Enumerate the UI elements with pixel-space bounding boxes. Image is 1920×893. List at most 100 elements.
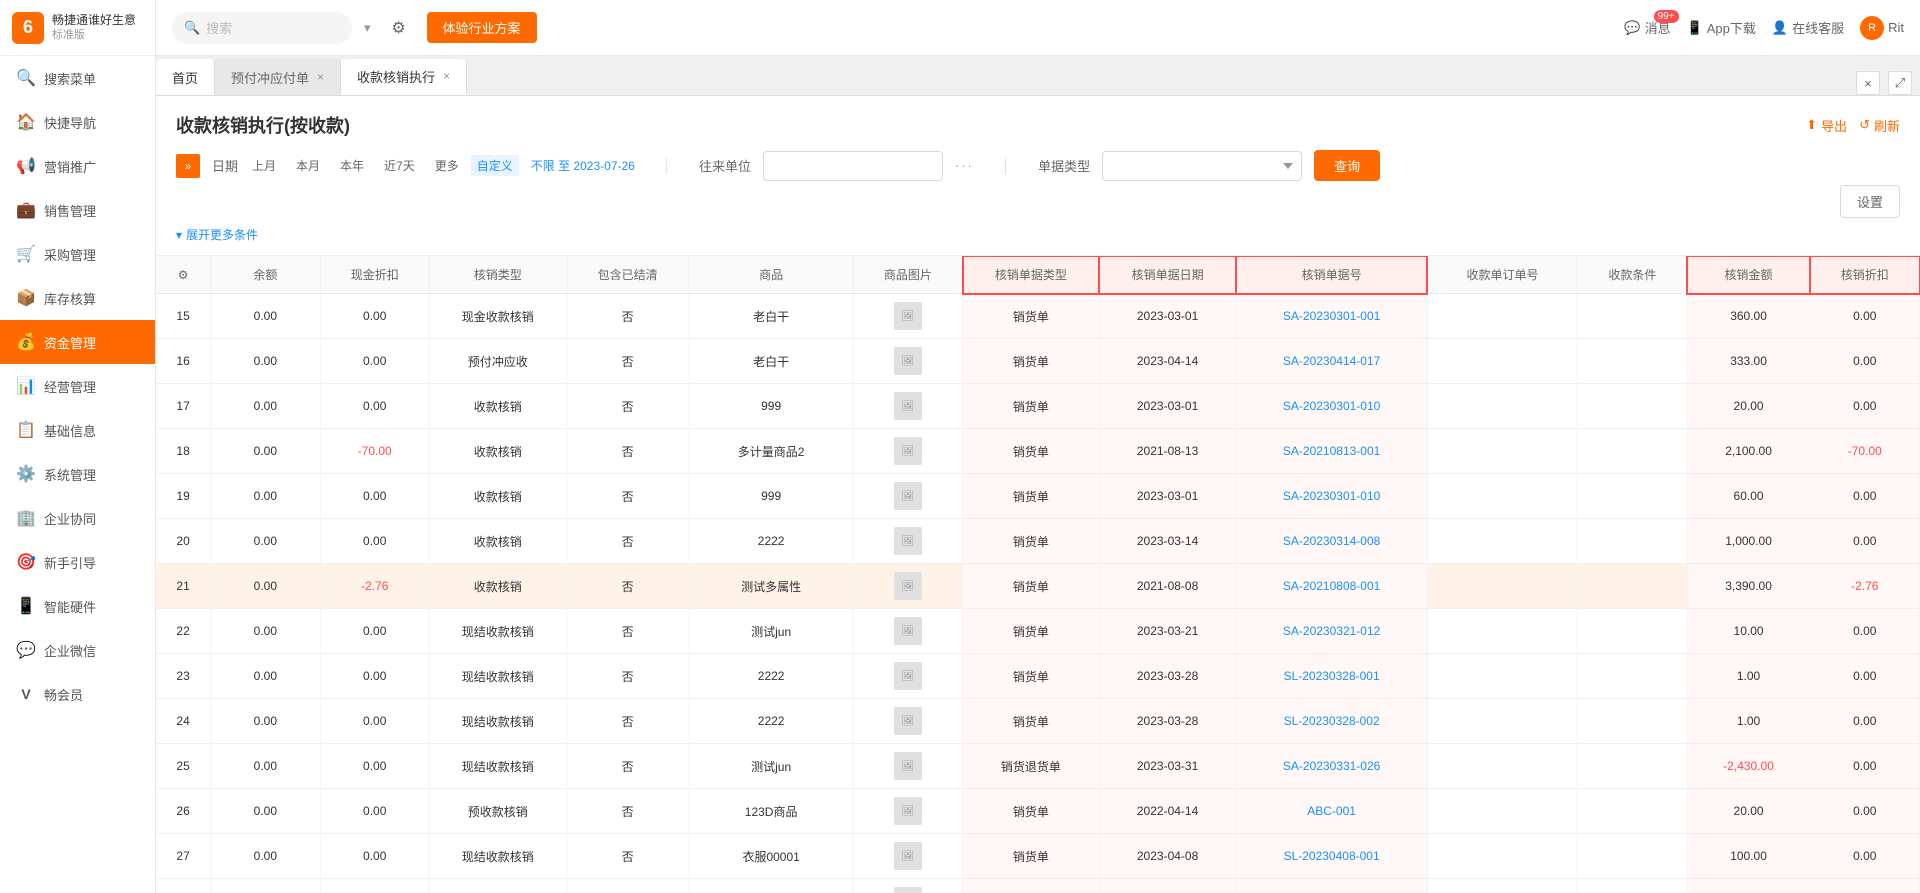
cell-goods: 999 xyxy=(689,474,853,519)
wechat-icon: 💬 xyxy=(16,640,36,660)
cell-writeoff-amount: 20.00 xyxy=(1687,384,1810,429)
tab-home[interactable]: 首页 xyxy=(156,59,215,95)
sidebar-item-purchase[interactable]: 🛒 采购管理 xyxy=(0,232,155,276)
cell-voucher-type: 销货单 xyxy=(963,654,1100,699)
topbar-search[interactable]: 🔍 搜索 xyxy=(172,12,352,44)
expand-more-btn[interactable]: ▾ 展开更多条件 xyxy=(176,226,1900,243)
sidebar-item-system[interactable]: ⚙️ 系统管理 xyxy=(0,452,155,496)
user-profile[interactable]: R Rit xyxy=(1860,16,1904,40)
topbar-dropdown-arrow[interactable]: ▾ xyxy=(364,20,371,36)
sidebar-item-hardware[interactable]: 📱 智能硬件 xyxy=(0,584,155,628)
sidebar-item-wechat[interactable]: 💬 企业微信 xyxy=(0,628,155,672)
voucher-no-link[interactable]: SL-20230408-001 xyxy=(1284,849,1380,863)
cell-receipt-order xyxy=(1427,834,1577,879)
sidebar-item-marketing[interactable]: 📢 营销推广 xyxy=(0,144,155,188)
tab-prepayment[interactable]: 预付冲应付单 × xyxy=(215,59,341,95)
export-btn[interactable]: ⬆ 导出 xyxy=(1806,116,1847,135)
cell-voucher-no: SA-20230331-026 xyxy=(1236,744,1427,789)
sidebar-item-inventory[interactable]: 📦 库存核算 xyxy=(0,276,155,320)
query-btn[interactable]: 查询 xyxy=(1314,150,1380,181)
tab-writeoff[interactable]: 收款核销执行 × xyxy=(341,59,467,95)
setting-btn[interactable]: 设置 xyxy=(1840,185,1900,218)
enterprise-icon: 🏢 xyxy=(16,508,36,528)
sidebar-item-quick-nav[interactable]: 🏠 快捷导航 xyxy=(0,100,155,144)
date-this-year[interactable]: 本年 xyxy=(332,155,372,176)
cell-writeoff-discount: 0.00 xyxy=(1810,789,1919,834)
cell-has-settled: 否 xyxy=(566,519,689,564)
cell-balance: 0.00 xyxy=(211,474,320,519)
date-this-month[interactable]: 本月 xyxy=(288,155,328,176)
table-row: 18 0.00 -70.00 收款核销 否 多计量商品2 🖼 销货单 2021-… xyxy=(156,429,1920,474)
cell-no: 20 xyxy=(156,519,211,564)
table-header: ⚙ 余额 现金折扣 核销类型 包含已结清 商品 商品图片 核销单据类型 核销单据… xyxy=(156,256,1920,294)
cell-no: 17 xyxy=(156,384,211,429)
topbar-gear-btn[interactable]: ⚙ xyxy=(383,12,415,44)
sidebar-item-member[interactable]: V 畅会员 xyxy=(0,672,155,716)
voucher-type-select[interactable] xyxy=(1102,151,1302,181)
cell-voucher-no: SA-20210808-001 xyxy=(1236,564,1427,609)
voucher-no-link[interactable]: SA-20230314-008 xyxy=(1283,534,1380,548)
date-prev-month[interactable]: 上月 xyxy=(244,155,284,176)
voucher-no-link[interactable]: SA-20230301-001 xyxy=(1283,309,1380,323)
voucher-no-link[interactable]: SA-20230301-010 xyxy=(1283,489,1380,503)
cell-goods: 999 xyxy=(689,384,853,429)
th-voucher-type: 核销单据类型 xyxy=(963,256,1100,294)
app-download-btn[interactable]: 📱 App下载 xyxy=(1687,18,1756,37)
page-title: 收款核销执行(按收款) xyxy=(176,112,350,138)
sidebar-item-enterprise[interactable]: 🏢 企业协同 xyxy=(0,496,155,540)
voucher-no-link[interactable]: SA-20210813-001 xyxy=(1283,444,1380,458)
online-service-btn[interactable]: 👤 在线客服 xyxy=(1772,18,1844,37)
cell-no: 24 xyxy=(156,699,211,744)
cell-goods-img: 🖼 xyxy=(853,654,962,699)
sidebar-item-search[interactable]: 🔍 搜索菜单 xyxy=(0,56,155,100)
cell-goods: 老白干 xyxy=(689,339,853,384)
tab-prepayment-close[interactable]: × xyxy=(317,70,324,84)
cell-no: 25 xyxy=(156,744,211,789)
cell-voucher-date: 2021-08-13 xyxy=(1099,429,1236,474)
voucher-no-link[interactable]: SL-20230328-002 xyxy=(1284,714,1380,728)
date-custom[interactable]: 自定义 xyxy=(471,155,519,176)
sidebar-item-sales[interactable]: 💼 销售管理 xyxy=(0,188,155,232)
search-icon: 🔍 xyxy=(16,68,36,88)
tab-close-btn[interactable]: × xyxy=(1856,71,1880,95)
chevron-down-icon: ▾ xyxy=(176,228,182,242)
sidebar-item-base-info[interactable]: 📋 基础信息 xyxy=(0,408,155,452)
cell-receipt-order xyxy=(1427,384,1577,429)
cell-writeoff-amount: 333.00 xyxy=(1687,339,1810,384)
sidebar-item-finance[interactable]: 💰 资金管理 xyxy=(0,320,155,364)
filter-expand-btn[interactable]: » xyxy=(176,154,200,178)
cell-voucher-no: SA-20230321-012 xyxy=(1236,609,1427,654)
sidebar-item-beginner[interactable]: 🎯 新手引导 xyxy=(0,540,155,584)
cell-goods-img: 🖼 xyxy=(853,789,962,834)
cell-no: 19 xyxy=(156,474,211,519)
message-btn[interactable]: 💬 消息 99+ xyxy=(1624,18,1670,37)
tab-maximize-btn[interactable]: ⤢ xyxy=(1888,71,1912,95)
cell-receipt-order xyxy=(1427,294,1577,339)
voucher-no-link[interactable]: SA-20210808-001 xyxy=(1283,579,1380,593)
cell-cash-discount: 0.00 xyxy=(320,609,429,654)
cell-voucher-type: 销货单 xyxy=(963,429,1100,474)
cell-voucher-no: ABC-001 xyxy=(1236,789,1427,834)
cell-voucher-date: 2023-04-18 xyxy=(1099,879,1236,893)
cell-no: 16 xyxy=(156,339,211,384)
date-7days[interactable]: 近7天 xyxy=(376,155,423,176)
voucher-no-link[interactable]: SA-20230321-012 xyxy=(1283,624,1380,638)
cell-balance: 0.00 xyxy=(211,789,320,834)
th-settings[interactable]: ⚙ xyxy=(156,256,211,294)
voucher-no-link[interactable]: SA-20230301-010 xyxy=(1283,399,1380,413)
page-actions: ⬆ 导出 ↺ 刷新 xyxy=(1806,116,1900,135)
voucher-no-link[interactable]: SA-20230414-017 xyxy=(1283,354,1380,368)
search-placeholder: 搜索 xyxy=(206,18,232,37)
tab-writeoff-close[interactable]: × xyxy=(443,69,450,83)
date-more[interactable]: 更多 xyxy=(427,155,467,176)
voucher-no-link[interactable]: SL-20230328-001 xyxy=(1284,669,1380,683)
cell-no: 21 xyxy=(156,564,211,609)
refresh-btn[interactable]: ↺ 刷新 xyxy=(1859,116,1900,135)
party-input[interactable] xyxy=(763,151,943,181)
cell-voucher-date: 2023-04-14 xyxy=(1099,339,1236,384)
sidebar-item-business[interactable]: 📊 经营管理 xyxy=(0,364,155,408)
voucher-no-link[interactable]: ABC-001 xyxy=(1307,804,1356,818)
cell-writeoff-amount: 1.00 xyxy=(1687,654,1810,699)
voucher-no-link[interactable]: SA-20230331-026 xyxy=(1283,759,1380,773)
industry-plan-btn[interactable]: 体验行业方案 xyxy=(427,12,537,43)
